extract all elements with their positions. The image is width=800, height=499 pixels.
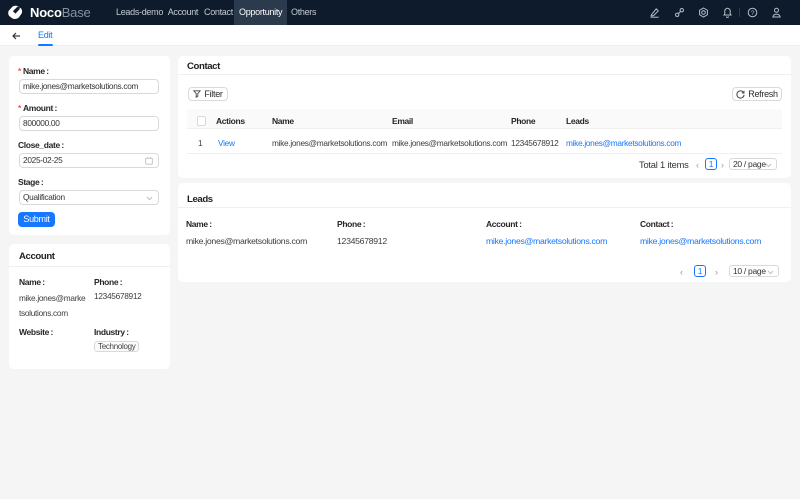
svg-text:?: ? (751, 10, 755, 17)
